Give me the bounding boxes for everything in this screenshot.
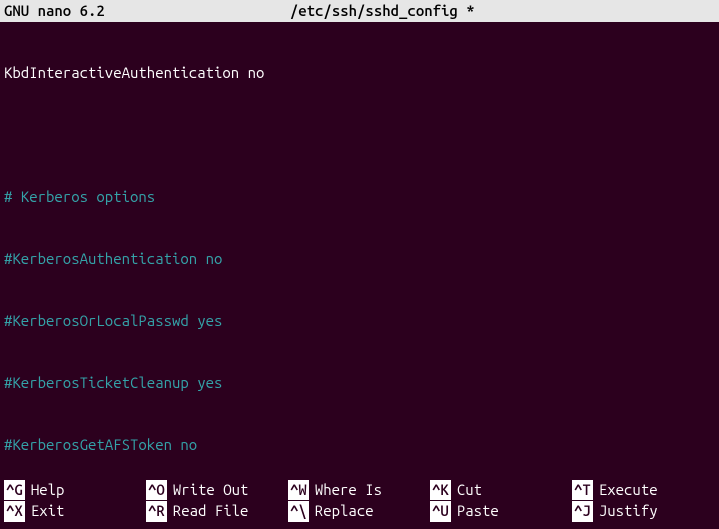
terminal-window: GNU nano 6.2 /etc/ssh/sshd_config * KbdI… xyxy=(0,0,719,529)
key-label: Replace xyxy=(315,501,374,522)
shortcut-where-is[interactable]: ^W Where Is xyxy=(288,480,430,501)
key-label: Write Out xyxy=(173,480,249,501)
comment-line: #KerberosOrLocalPasswd yes xyxy=(4,311,715,332)
blank-line xyxy=(4,125,715,146)
config-line: KbdInteractiveAuthentication no xyxy=(4,63,715,84)
key-chip: ^W xyxy=(288,480,309,501)
shortcut-exit[interactable]: ^X Exit xyxy=(4,501,146,522)
key-chip: ^O xyxy=(146,480,167,501)
shortcut-write-out[interactable]: ^O Write Out xyxy=(146,480,288,501)
key-chip: ^T xyxy=(572,480,593,501)
shortcut-paste[interactable]: ^U Paste xyxy=(430,501,572,522)
key-chip: ^J xyxy=(572,501,593,522)
key-label: Cut xyxy=(457,480,482,501)
shortcut-cut[interactable]: ^K Cut xyxy=(430,480,572,501)
key-label: Paste xyxy=(457,501,499,522)
key-label: Exit xyxy=(31,501,65,522)
key-chip: ^U xyxy=(430,501,451,522)
shortcut-row-2: ^X Exit ^R Read File ^\ Replace ^U Paste… xyxy=(4,501,715,522)
key-chip: ^\ xyxy=(288,501,309,522)
shortcut-justify[interactable]: ^J Justify xyxy=(572,501,714,522)
editor-name: GNU nano 6.2 xyxy=(4,1,105,22)
key-label: Where Is xyxy=(315,480,382,501)
key-chip: ^G xyxy=(4,480,25,501)
key-chip: ^X xyxy=(4,501,25,522)
editor-content[interactable]: KbdInteractiveAuthentication no # Kerber… xyxy=(0,22,719,478)
key-label: Justify xyxy=(599,501,658,522)
shortcut-row-1: ^G Help ^O Write Out ^W Where Is ^K Cut … xyxy=(4,480,715,501)
comment-line: # Kerberos options xyxy=(4,187,715,208)
nano-titlebar: GNU nano 6.2 /etc/ssh/sshd_config * xyxy=(0,0,719,22)
comment-line: #KerberosAuthentication no xyxy=(4,249,715,270)
key-label: Execute xyxy=(599,480,658,501)
shortcut-execute[interactable]: ^T Execute xyxy=(572,480,714,501)
key-label: Help xyxy=(31,480,65,501)
key-chip: ^R xyxy=(146,501,167,522)
shortcut-help[interactable]: ^G Help xyxy=(4,480,146,501)
key-chip: ^K xyxy=(430,480,451,501)
shortcut-bar: ^G Help ^O Write Out ^W Where Is ^K Cut … xyxy=(0,478,719,529)
shortcut-read-file[interactable]: ^R Read File xyxy=(146,501,288,522)
comment-line: #KerberosGetAFSToken no xyxy=(4,435,715,456)
shortcut-replace[interactable]: ^\ Replace xyxy=(288,501,430,522)
comment-line: #KerberosTicketCleanup yes xyxy=(4,373,715,394)
key-label: Read File xyxy=(173,501,249,522)
file-path: /etc/ssh/sshd_config * xyxy=(290,1,475,22)
